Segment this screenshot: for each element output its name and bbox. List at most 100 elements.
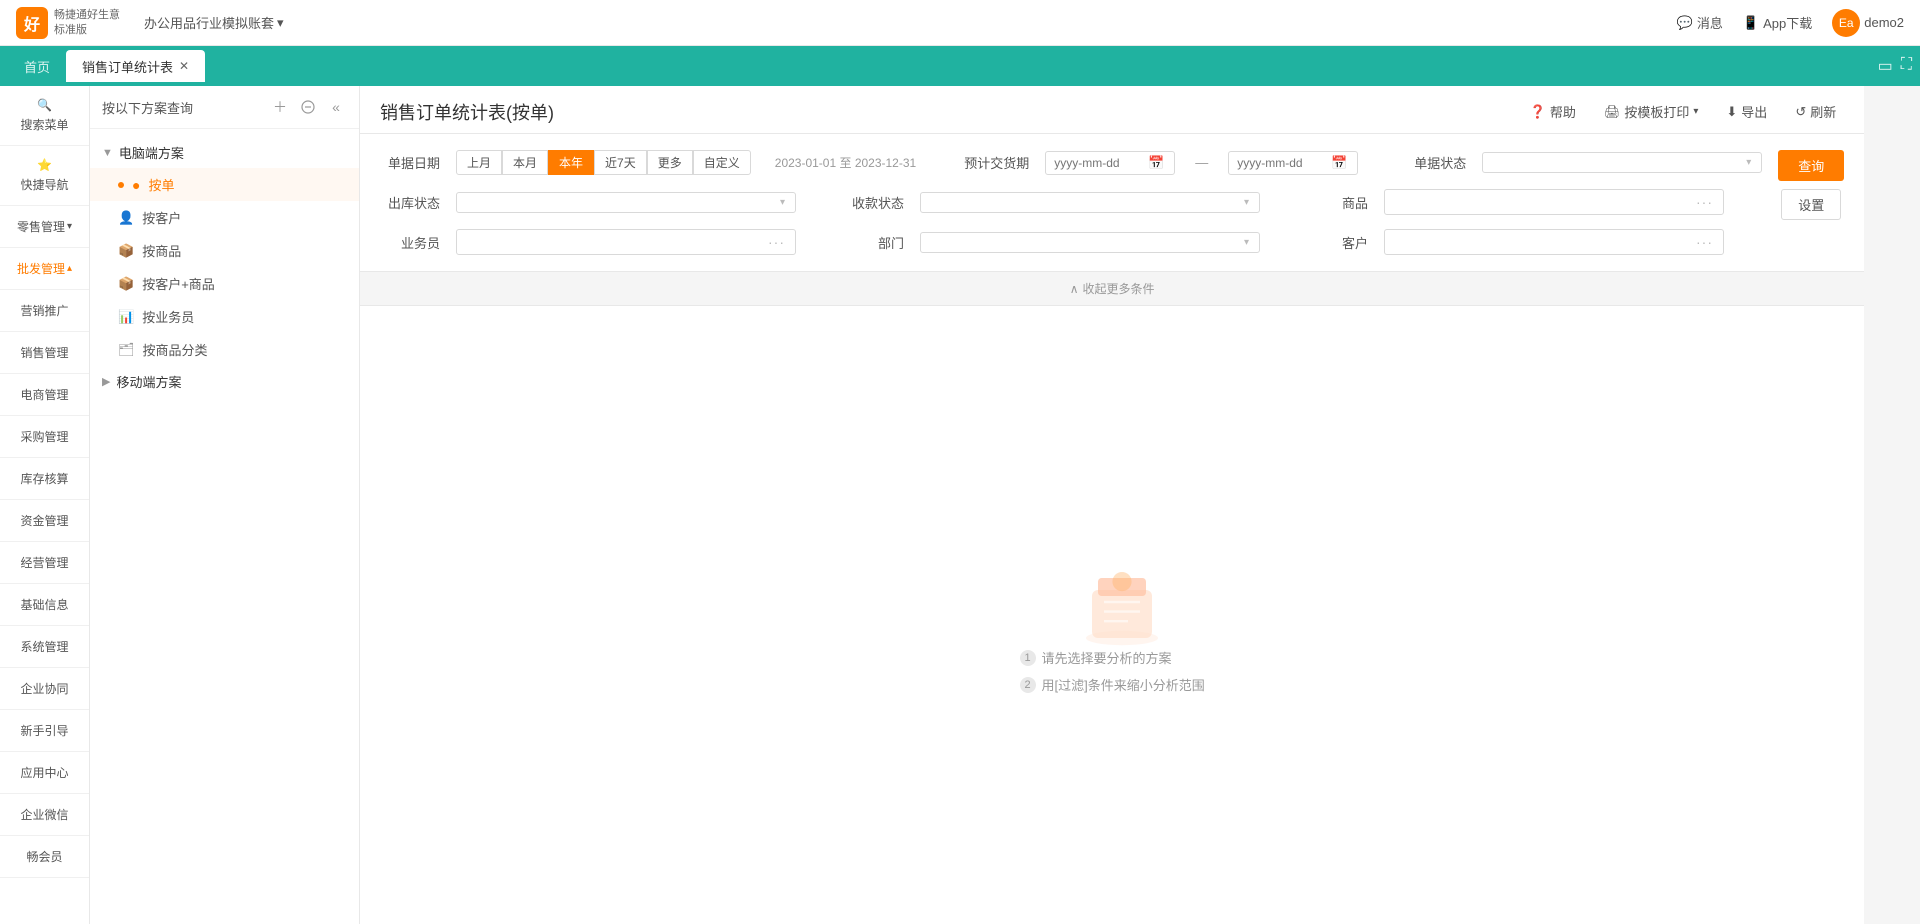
tab-sales-order-stat[interactable]: 销售订单统计表 ✕: [66, 50, 205, 82]
payment-status-label: 收款状态: [844, 193, 904, 212]
more-icon-3: ···: [1696, 234, 1713, 250]
main-layout: 🔍 搜索菜单 ⭐ 快捷导航 零售管理 ▾ 批发管理 ▴ 营销推广 销售管理 电商…: [0, 86, 1920, 924]
tab-home[interactable]: 首页: [8, 50, 66, 82]
tab-close-icon[interactable]: ✕: [179, 59, 189, 73]
payment-status-select[interactable]: ▾: [920, 192, 1260, 213]
breadcrumb-dropdown[interactable]: 办公用品行业模拟账套 ▾: [144, 13, 284, 32]
calendar-icon-2: 📅: [1331, 155, 1347, 171]
sidebar-item-sales[interactable]: 销售管理: [0, 332, 89, 374]
scheme-item-by-category[interactable]: 🗂 按商品分类: [90, 333, 359, 366]
sidebar-item-operation[interactable]: 经营管理: [0, 542, 89, 584]
chevron-down-icon: ▼: [102, 147, 113, 159]
sidebar-item-wholesale[interactable]: 批发管理 ▴: [0, 248, 89, 290]
filter-row-1: 单据日期 上月 本月 本年 近7天 更多 自定义 2023-01-01 至 20…: [380, 150, 1762, 175]
query-button[interactable]: 查询: [1778, 150, 1844, 181]
sidebar-item-quicknav[interactable]: ⭐ 快捷导航: [0, 146, 89, 206]
order-status-label: 单据状态: [1406, 153, 1466, 172]
scheme-item-by-salesperson[interactable]: 📊 按业务员: [90, 300, 359, 333]
product-icon: 📦: [118, 243, 134, 259]
salesperson-label: 业务员: [380, 233, 440, 252]
order-status-select[interactable]: ▾: [1482, 152, 1762, 173]
refresh-icon: ↺: [1795, 104, 1806, 120]
export-button[interactable]: ⬇ 导出: [1718, 98, 1775, 125]
expected-date-end[interactable]: 📅: [1228, 151, 1358, 175]
sidebar-item-finance[interactable]: 资金管理: [0, 500, 89, 542]
sidebar-item-member[interactable]: 畅会员: [0, 836, 89, 878]
sidebar-item-system[interactable]: 系统管理: [0, 626, 89, 668]
calendar-icon: 📅: [1148, 155, 1164, 171]
date-btn-last-7[interactable]: 近7天: [594, 150, 647, 175]
print-template-button[interactable]: 🖨 按模板打印 ▾: [1596, 98, 1707, 125]
more-icon: ···: [1696, 194, 1713, 210]
sidebar-item-marketing[interactable]: 营销推广: [0, 290, 89, 332]
minimize-icon[interactable]: ▭: [1878, 56, 1893, 76]
scheme-item-by-product[interactable]: 📦 按商品: [90, 234, 359, 267]
department-label: 部门: [844, 233, 904, 252]
filter-area: 单据日期 上月 本月 本年 近7天 更多 自定义 2023-01-01 至 20…: [360, 134, 1864, 272]
customer-select[interactable]: ···: [1384, 229, 1724, 255]
collapse-bar[interactable]: ∧ 收起更多条件: [360, 272, 1864, 306]
sidebar-item-retail[interactable]: 零售管理 ▾: [0, 206, 89, 248]
scheme-group-pc[interactable]: ▼ 电脑端方案: [90, 137, 359, 168]
expected-date-start[interactable]: 📅: [1045, 151, 1175, 175]
sidebar-item-inventory[interactable]: 库存核算: [0, 458, 89, 500]
scheme-group-mobile[interactable]: ▶ 移动端方案: [90, 366, 359, 397]
sidebar-item-basic[interactable]: 基础信息: [0, 584, 89, 626]
tab-bar: 首页 销售订单统计表 ✕ ▭ ⛶: [0, 46, 1920, 86]
sidebar-item-corpwechat[interactable]: 企业微信: [0, 794, 89, 836]
query-btn-group: 查询 设置: [1762, 150, 1844, 220]
collapse-text: ∧ 收起更多条件: [1070, 280, 1155, 297]
date-btn-this-year[interactable]: 本年: [548, 150, 594, 175]
chevron-down-icon: ▾: [277, 15, 284, 31]
logo-area: 好 畅捷通好生意 标准版: [16, 7, 120, 39]
sidebar-item-purchase[interactable]: 采购管理: [0, 416, 89, 458]
date-btn-this-month[interactable]: 本月: [502, 150, 548, 175]
chevron-up-icon: ▴: [67, 263, 72, 274]
logo-icon: 好: [16, 7, 48, 39]
expected-date-label: 预计交货期: [964, 153, 1029, 172]
date-btn-last-month[interactable]: 上月: [456, 150, 502, 175]
add-scheme-button[interactable]: ＋: [269, 96, 291, 118]
product-select[interactable]: ···: [1384, 189, 1724, 215]
delivery-status-select[interactable]: ▾: [456, 192, 796, 213]
refresh-button[interactable]: ↺ 刷新: [1787, 98, 1844, 125]
phone-icon: 📱: [1743, 15, 1759, 31]
chevron-down-icon: ▾: [67, 221, 72, 232]
expected-date-end-input[interactable]: [1237, 156, 1327, 170]
scheme-item-by-order[interactable]: ● 按单: [90, 168, 359, 201]
expected-date-start-input[interactable]: [1054, 156, 1144, 170]
cust-prod-icon: 📦: [118, 276, 134, 292]
user-profile[interactable]: Ea demo2: [1832, 9, 1904, 37]
sidebar-item-appstore[interactable]: 应用中心: [0, 752, 89, 794]
scheme-item-by-customer[interactable]: 👤 按客户: [90, 201, 359, 234]
date-btn-custom[interactable]: 自定义: [693, 150, 751, 175]
app-download-button[interactable]: 📱 App下载: [1743, 13, 1812, 32]
department-select[interactable]: ▾: [920, 232, 1260, 253]
chevron-right-icon: ▶: [102, 375, 110, 388]
sidebar-item-ecommerce[interactable]: 电商管理: [0, 374, 89, 416]
star-icon: ⭐: [37, 158, 52, 172]
salesperson-select[interactable]: ···: [456, 229, 796, 255]
filter-row-3: 业务员 ··· 部门 ▾ 客户: [380, 229, 1762, 255]
logo-text: 畅捷通好生意 标准版: [54, 8, 120, 37]
page-title-bar: 销售订单统计表(按单) ❓ 帮助 🖨 按模板打印 ▾ ⬇ 导出: [360, 86, 1864, 134]
edit-scheme-button[interactable]: [297, 96, 319, 118]
active-dot: [118, 182, 124, 188]
settings-button[interactable]: 设置: [1781, 189, 1841, 220]
help-icon: ❓: [1530, 104, 1546, 120]
scheme-item-by-cust-prod[interactable]: 📦 按客户+商品: [90, 267, 359, 300]
help-button[interactable]: ❓ 帮助: [1522, 98, 1584, 125]
maximize-icon[interactable]: ⛶: [1901, 56, 1912, 76]
empty-state: 1 请先选择要分析的方案 2 用[过滤]条件来缩小分析范围: [360, 306, 1864, 924]
collapse-panel-button[interactable]: «: [325, 96, 347, 118]
customer-icon: 👤: [118, 210, 134, 226]
order-icon: ●: [132, 177, 140, 193]
more-icon-2: ···: [768, 234, 785, 250]
chevron-down-icon: ▾: [1746, 157, 1751, 168]
filter-row-2: 出库状态 ▾ 收款状态 ▾ 商品: [380, 189, 1762, 215]
message-button[interactable]: 💬 消息: [1677, 13, 1723, 32]
sidebar-item-search[interactable]: 🔍 搜索菜单: [0, 86, 89, 146]
date-btn-more[interactable]: 更多: [647, 150, 693, 175]
sidebar-item-enterprise[interactable]: 企业协同: [0, 668, 89, 710]
sidebar-item-newbie[interactable]: 新手引导: [0, 710, 89, 752]
